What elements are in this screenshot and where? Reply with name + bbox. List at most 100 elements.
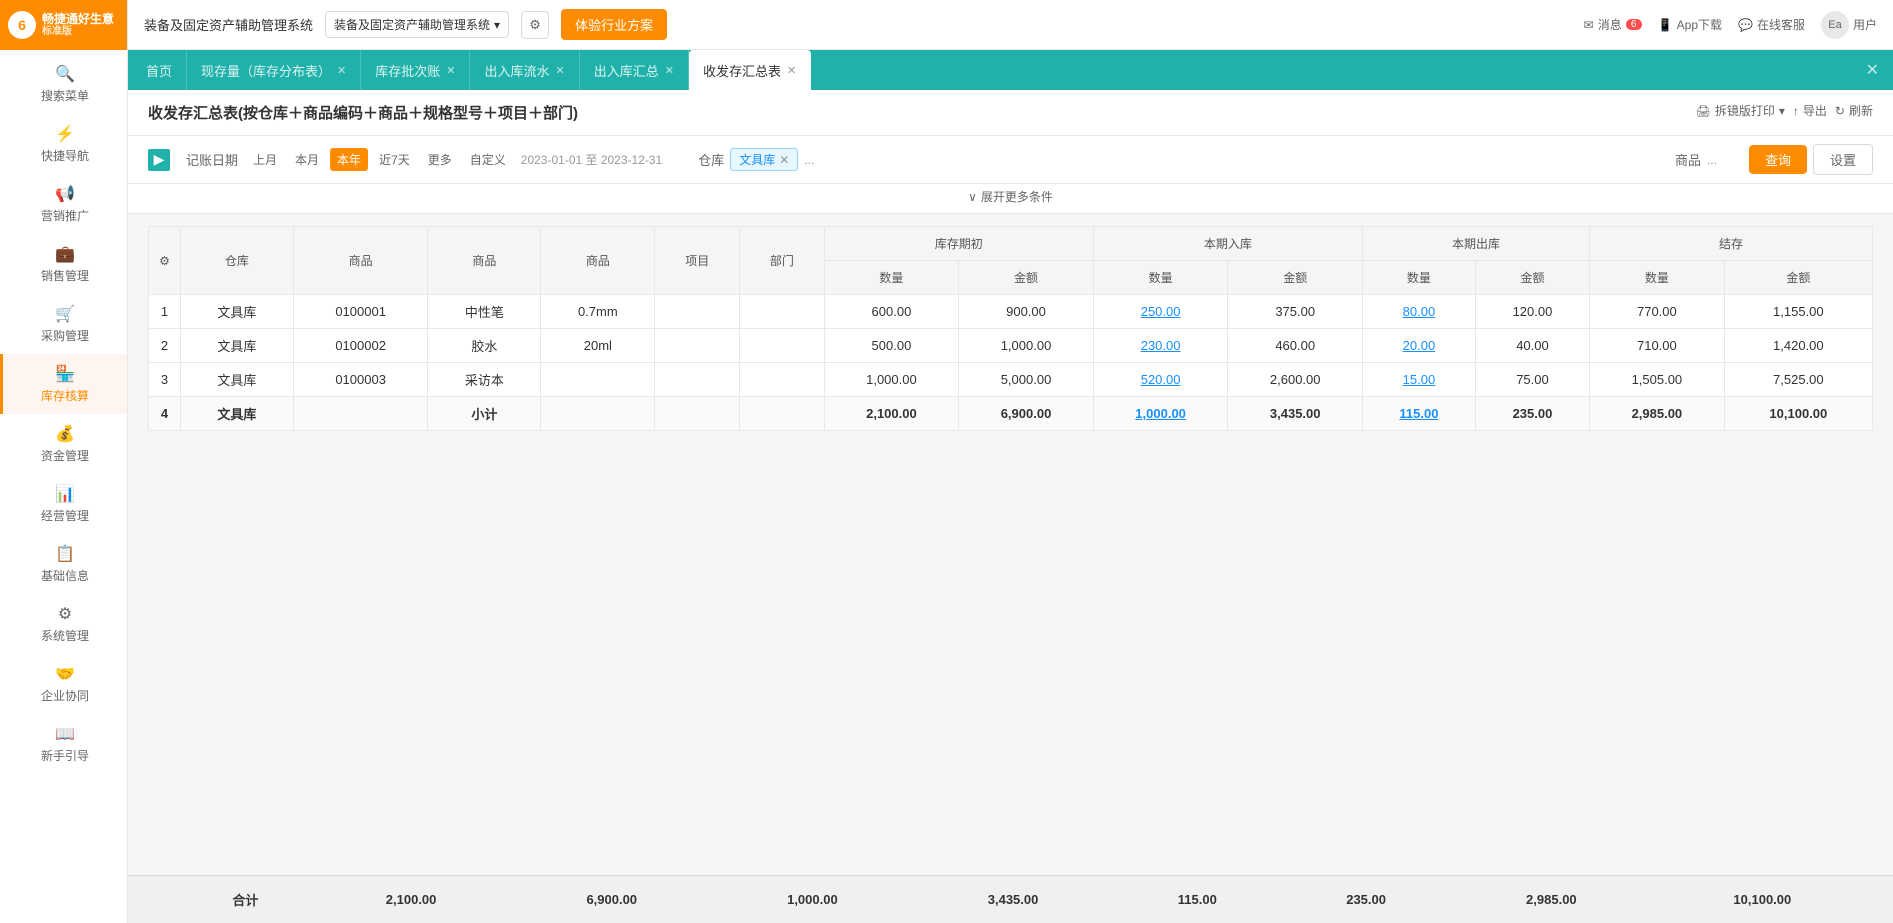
topbar: 装备及固定资产辅助管理系统 装备及固定资产辅助管理系统 ▾ ⚙ 体验行业方案 ✉… (128, 0, 1893, 50)
warehouse-label: 仓库 (698, 150, 724, 169)
app-download-btn[interactable]: 📱 App下载 (1658, 16, 1722, 33)
guide-icon: 📖 (55, 724, 75, 744)
sidebar-item-quick-nav[interactable]: ⚡快捷导航 (0, 114, 127, 174)
in-qty-link[interactable]: 250.00 (1141, 304, 1181, 319)
settings-icon[interactable]: ⚙ (521, 11, 549, 39)
row-dept (740, 397, 825, 431)
system-title: 装备及固定资产辅助管理系统 (144, 15, 313, 34)
product-filter: 商品 ... (1675, 150, 1717, 169)
col-in-header: 本期入库 (1093, 227, 1362, 261)
sidebar-item-purchase[interactable]: 🛒采购管理 (0, 294, 127, 354)
tabbar-close-btn[interactable]: ✕ (1856, 60, 1889, 80)
date-btn-自定义[interactable]: 自定义 (463, 148, 513, 171)
tab-close-batch-ledger[interactable]: ✕ (446, 64, 455, 77)
sidebar-item-marketing[interactable]: 📢营销推广 (0, 174, 127, 234)
sidebar-item-search[interactable]: 🔍搜索菜单 (0, 54, 127, 114)
sidebar-item-basic-info[interactable]: 📋基础信息 (0, 534, 127, 594)
gear-icon[interactable]: ⚙ (159, 254, 170, 268)
sidebar-item-inventory[interactable]: 🏪库存核算 (0, 354, 127, 414)
out-qty-link[interactable]: 15.00 (1403, 372, 1436, 387)
expand-more-btn[interactable]: ∨ 展开更多条件 (968, 188, 1053, 205)
tab-inventory-dist[interactable]: 现存量（库存分布表）✕ (187, 50, 361, 90)
row-spec (541, 363, 655, 397)
tab-label-stock-summary: 收发存汇总表 (703, 61, 781, 80)
row-out-qty: 115.00 (1363, 397, 1476, 431)
col-settings-header[interactable]: ⚙ (149, 227, 181, 295)
sidebar-item-label: 采购管理 (41, 327, 89, 344)
sidebar-item-system[interactable]: ⚙系统管理 (0, 594, 127, 654)
row-out-amt: 75.00 (1475, 363, 1589, 397)
table-row: 3 文具库 0100003 采访本 1,000.00 5,000.00 520.… (149, 363, 1873, 397)
messages-btn[interactable]: ✉ 消息 6 (1584, 16, 1642, 33)
warehouse-tag[interactable]: 文具库 ✕ (730, 148, 798, 171)
export-icon: ↑ (1793, 104, 1799, 118)
export-btn[interactable]: ↑ 导出 (1793, 102, 1827, 119)
tab-label-in-out-flow: 出入库流水 (484, 61, 549, 80)
online-service-btn[interactable]: 💬 在线客服 (1738, 16, 1805, 33)
sidebar-nav: 🔍搜索菜单⚡快捷导航📢营销推广💼销售管理🛒采购管理🏪库存核算💰资金管理📊经营管理… (0, 50, 127, 923)
tab-stock-summary[interactable]: 收发存汇总表 ✕ (689, 50, 811, 90)
date-btn-本年[interactable]: 本年 (330, 148, 368, 171)
sidebar-item-label: 销售管理 (41, 267, 89, 284)
in-qty-link[interactable]: 230.00 (1141, 338, 1181, 353)
footer-opening-qty: 2,100.00 (311, 884, 512, 915)
tab-batch-ledger[interactable]: 库存批次账✕ (361, 50, 470, 90)
filter-expand-icon[interactable]: ▶ (148, 149, 170, 171)
date-btn-本月[interactable]: 本月 (288, 148, 326, 171)
row-in-amt: 2,600.00 (1228, 363, 1363, 397)
sidebar-item-label: 企业协同 (41, 687, 89, 704)
system-selector[interactable]: 装备及固定资产辅助管理系统 ▾ (325, 11, 509, 38)
date-label: 记账日期 (186, 150, 238, 169)
marketing-icon: 📢 (55, 184, 75, 204)
col-dept-header: 部门 (740, 227, 825, 295)
out-qty-link[interactable]: 80.00 (1403, 304, 1436, 319)
date-btn-更多[interactable]: 更多 (421, 148, 459, 171)
sidebar-item-label: 新手引导 (41, 747, 89, 764)
tab-close-in-out-flow[interactable]: ✕ (556, 64, 565, 77)
sidebar-item-finance[interactable]: 💰资金管理 (0, 414, 127, 474)
col-out-amt-header: 金额 (1475, 261, 1589, 295)
query-button[interactable]: 查询 (1749, 145, 1807, 174)
row-closing-qty: 710.00 (1590, 329, 1725, 363)
row-out-qty: 20.00 (1363, 329, 1476, 363)
row-opening-qty: 600.00 (824, 295, 959, 329)
in-qty-link[interactable]: 520.00 (1141, 372, 1181, 387)
warehouse-more[interactable]: ... (804, 153, 814, 167)
refresh-icon: ↻ (1835, 104, 1845, 118)
refresh-btn[interactable]: ↻ 刷新 (1835, 102, 1873, 119)
tab-close-in-out-summary[interactable]: ✕ (665, 64, 674, 77)
sidebar-logo: 6 畅捷通好生意 标准版 (0, 0, 127, 50)
subtotal-in-qty[interactable]: 1,000.00 (1135, 406, 1186, 421)
tab-close-stock-summary[interactable]: ✕ (787, 64, 796, 77)
print-btn[interactable]: 🖨 拆镜版打印 ▾ (1696, 102, 1785, 119)
sidebar-item-operations[interactable]: 📊经营管理 (0, 474, 127, 534)
date-btn-近7天[interactable]: 近7天 (372, 148, 417, 171)
page-actions: 🖨 拆镜版打印 ▾ ↑ 导出 ↻ 刷新 (1696, 102, 1873, 119)
row-closing-amt: 10,100.00 (1724, 397, 1872, 431)
row-project (655, 363, 740, 397)
sidebar-item-label: 快捷导航 (41, 147, 89, 164)
user-menu[interactable]: Ea 用户 (1821, 11, 1877, 39)
sidebar: 6 畅捷通好生意 标准版 🔍搜索菜单⚡快捷导航📢营销推广💼销售管理🛒采购管理🏪库… (0, 0, 128, 923)
product-more[interactable]: ... (1707, 153, 1717, 167)
date-btn-上月[interactable]: 上月 (246, 148, 284, 171)
footer-closing-amt: 10,100.00 (1652, 884, 1873, 915)
setting-button[interactable]: 设置 (1813, 144, 1873, 175)
sidebar-item-sales[interactable]: 💼销售管理 (0, 234, 127, 294)
tab-in-out-summary[interactable]: 出入库汇总✕ (580, 50, 689, 90)
sidebar-item-guide[interactable]: 📖 新手引导 (0, 714, 127, 774)
footer-out-amt: 235.00 (1281, 884, 1451, 915)
tab-in-out-flow[interactable]: 出入库流水 ✕ (470, 50, 579, 90)
footer-in-qty: 1,000.00 (712, 884, 913, 915)
row-in-amt: 375.00 (1228, 295, 1363, 329)
subtotal-out-qty[interactable]: 115.00 (1399, 406, 1438, 421)
out-qty-link[interactable]: 20.00 (1403, 338, 1436, 353)
tab-home[interactable]: 首页 (132, 50, 187, 90)
sidebar-item-enterprise[interactable]: 🤝企业协同 (0, 654, 127, 714)
finance-icon: 💰 (55, 424, 75, 444)
row-code: 0100002 (293, 329, 428, 363)
tab-close-inventory-dist[interactable]: ✕ (337, 64, 346, 77)
remove-warehouse-btn[interactable]: ✕ (779, 153, 789, 167)
trial-button[interactable]: 体验行业方案 (561, 9, 667, 40)
footer-in-amt: 3,435.00 (913, 884, 1114, 915)
